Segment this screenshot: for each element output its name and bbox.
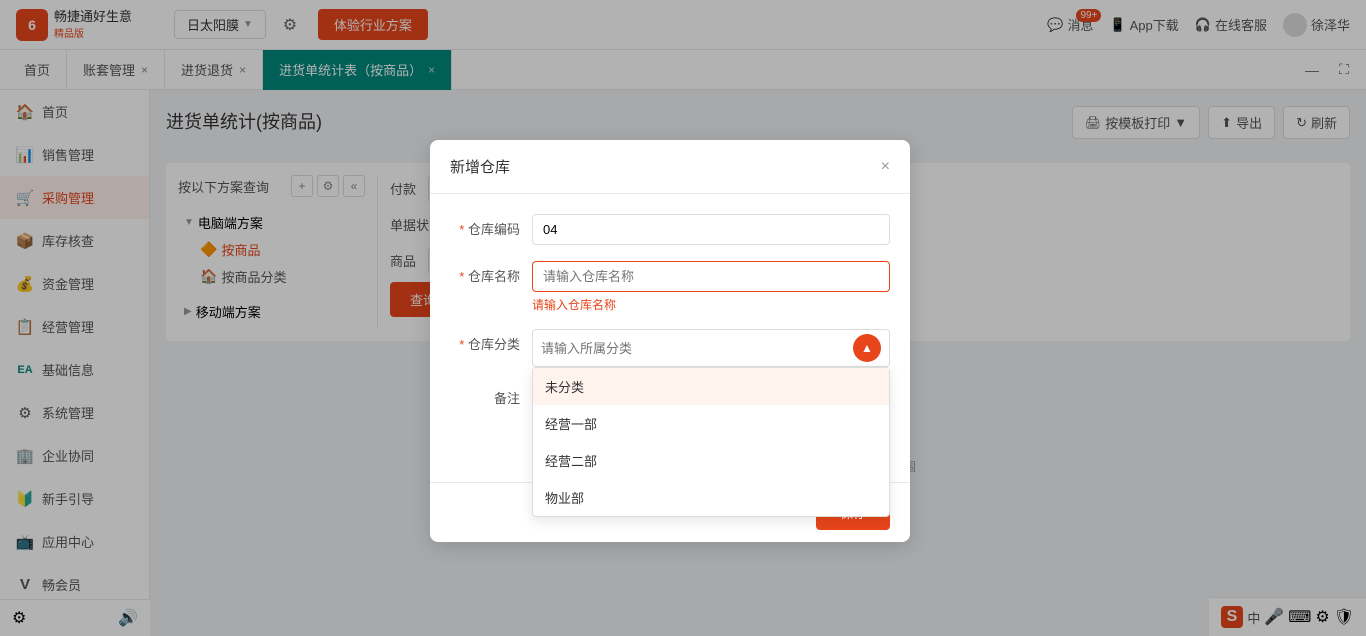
modal-code-input-wrap: [532, 214, 890, 245]
modal-body: * 仓库编码 * 仓库名称 请输入仓库名称 * 仓库分类: [430, 194, 910, 482]
code-input[interactable]: [532, 214, 890, 245]
dropdown-item-dept1[interactable]: 经营一部: [533, 405, 889, 442]
modal-code-label: * 仓库编码: [450, 214, 520, 239]
modal-category-select-wrap: ▲ 未分类 经营一部 经营二部 物业部: [532, 329, 890, 367]
category-text-input[interactable]: [541, 341, 853, 356]
name-error-msg: 请输入仓库名称: [532, 296, 890, 313]
category-select-input[interactable]: ▲: [532, 329, 890, 367]
new-warehouse-modal: 新增仓库 × * 仓库编码 * 仓库名称 请输入仓库名称: [430, 140, 910, 542]
modal-code-row: * 仓库编码: [450, 214, 890, 245]
category-dropdown-icon[interactable]: ▲: [853, 334, 881, 362]
modal-name-label: * 仓库名称: [450, 261, 520, 286]
category-dropdown-list: 未分类 经营一部 经营二部 物业部: [532, 367, 890, 517]
dropdown-item-unclassified[interactable]: 未分类: [533, 368, 889, 405]
dropdown-item-dept3[interactable]: 物业部: [533, 479, 889, 516]
modal-category-row: * 仓库分类 ▲ 未分类 经营一部 经营二部 物业部: [450, 329, 890, 367]
dropdown-item-dept2[interactable]: 经营二部: [533, 442, 889, 479]
modal-name-row: * 仓库名称 请输入仓库名称: [450, 261, 890, 313]
name-input[interactable]: [532, 261, 890, 292]
required-icon3: *: [459, 337, 464, 352]
modal-name-input-wrap: 请输入仓库名称: [532, 261, 890, 313]
modal-header: 新增仓库 ×: [430, 140, 910, 194]
modal-title: 新增仓库: [450, 156, 510, 177]
required-icon2: *: [459, 269, 464, 284]
required-icon: *: [459, 222, 464, 237]
modal-close-icon[interactable]: ×: [881, 158, 890, 176]
modal-category-label: * 仓库分类: [450, 329, 520, 354]
modal-remark-label: 备注: [450, 383, 520, 408]
